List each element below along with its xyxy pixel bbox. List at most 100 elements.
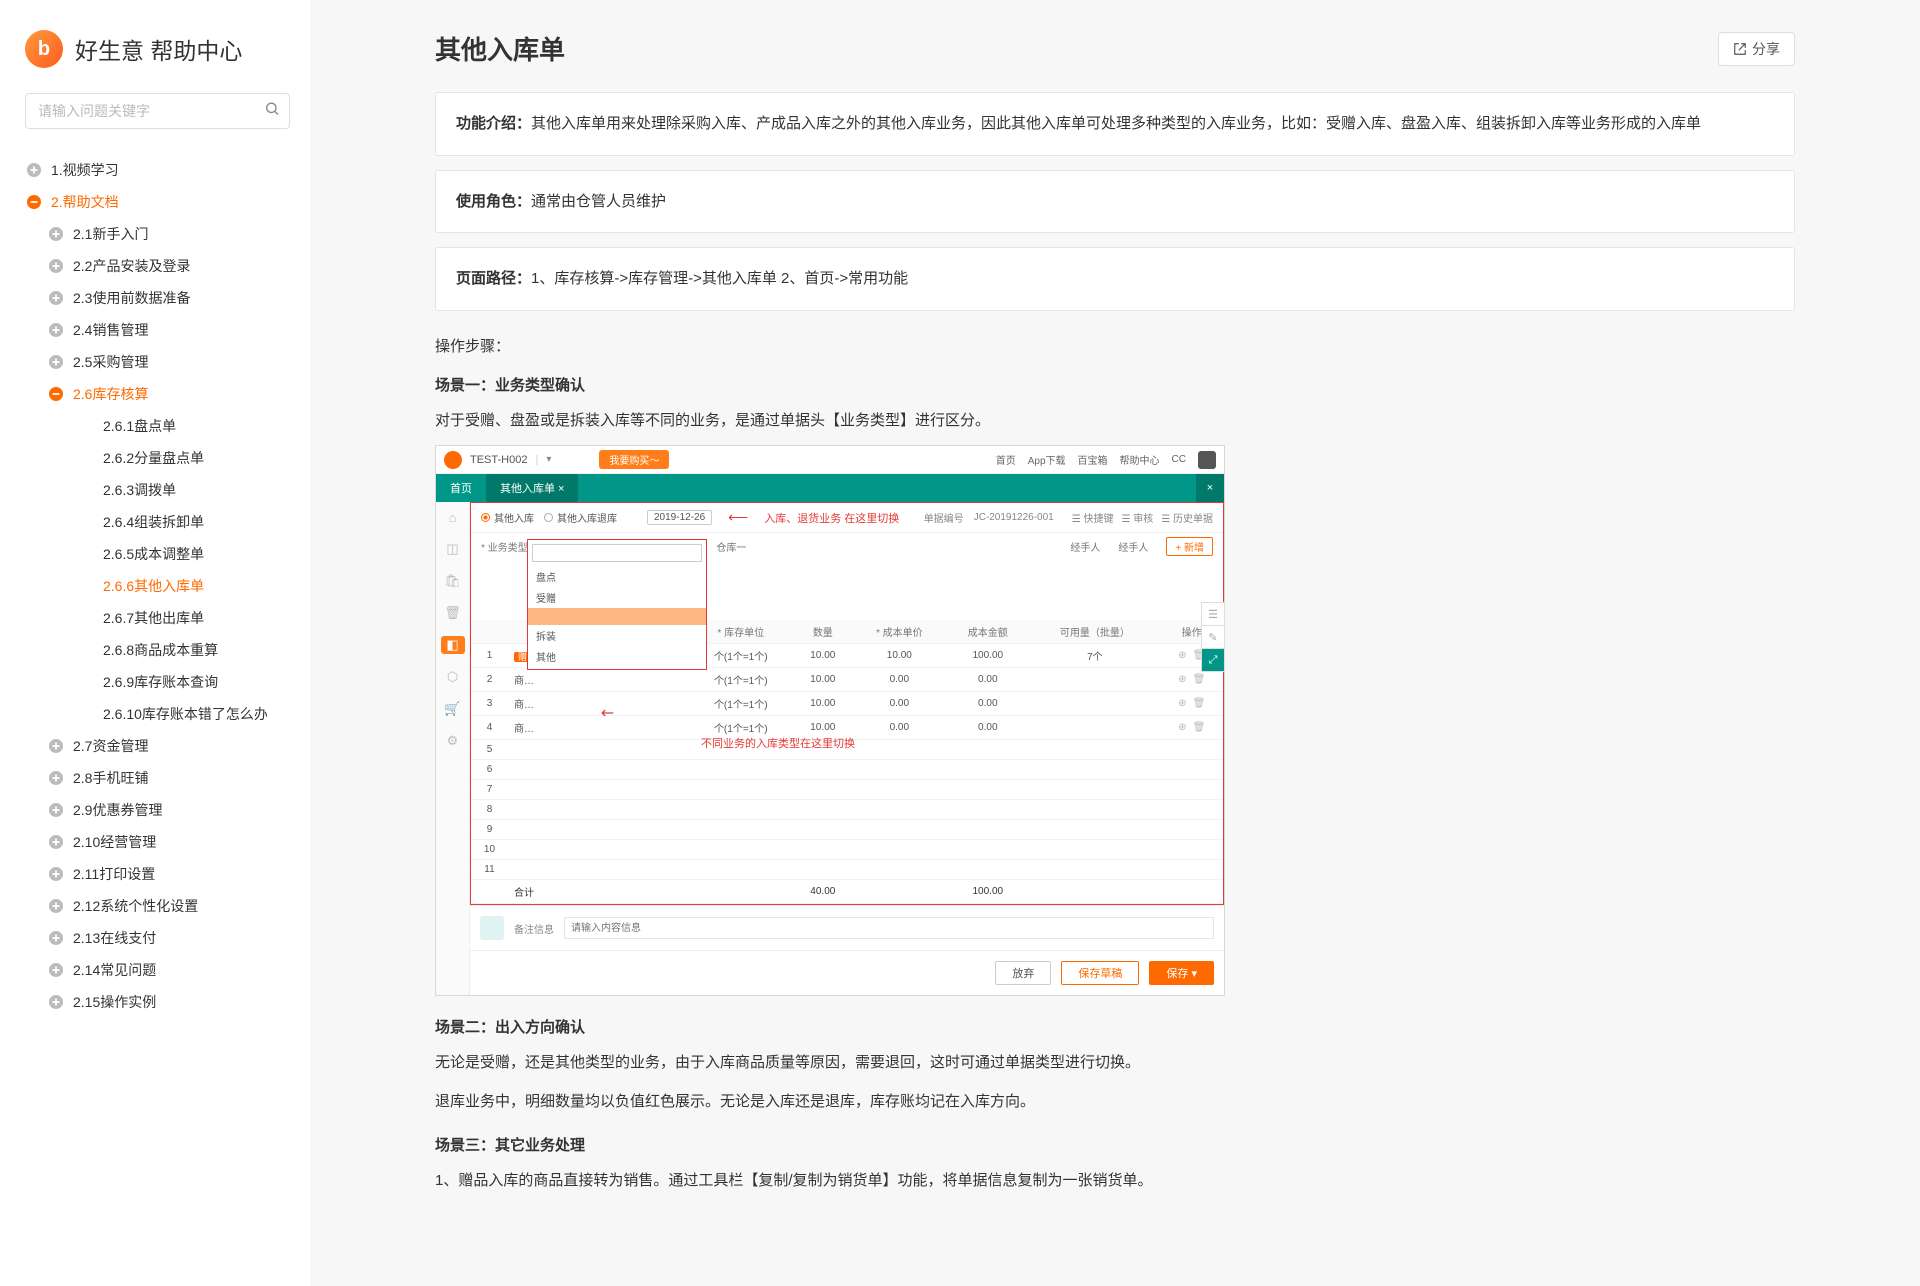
discard-button[interactable]: 放弃 [995,961,1051,985]
memo-input[interactable] [564,917,1214,939]
nav-item[interactable]: 2.6.9库存账本查询 [25,666,290,698]
dock-icon[interactable]: ☰ [1201,602,1225,626]
scene1-text: 对于受赠、盘盈或是拆装入库等不同的业务，是通过单据头【业务类型】进行区分。 [435,407,1795,436]
nav-item[interactable]: 2.帮助文档 [25,186,290,218]
nav-item[interactable]: 2.11打印设置 [25,858,290,890]
nav-tree: 1.视频学习2.帮助文档2.1新手入门2.2产品安装及登录2.3使用前数据准备2… [25,154,290,1018]
topbar-link[interactable]: App下载 [1028,452,1066,467]
nav-item[interactable]: 2.7资金管理 [25,730,290,762]
nav-item[interactable]: 2.6.5成本调整单 [25,538,290,570]
radio-in[interactable]: 其他入库 [481,510,534,525]
dropdown-option[interactable]: 盘点 [528,566,706,587]
dropdown-option[interactable]: 受赠 [528,587,706,608]
table-row[interactable]: 9 [471,820,1223,840]
share-button[interactable]: 分享 [1718,32,1795,66]
nav-item[interactable]: 2.13在线支付 [25,922,290,954]
buy-button[interactable]: 我要购买～ [599,450,669,469]
nav-item[interactable]: 2.12系统个性化设置 [25,890,290,922]
nav-item[interactable]: 2.8手机旺铺 [25,762,290,794]
save-button[interactable]: 保存 ▾ [1149,961,1214,985]
scene2-text2: 退库业务中，明细数量均以负值红色展示。无论是入库还是退库，库存账均记在入库方向。 [435,1088,1795,1117]
biz-type-dropdown[interactable]: 盘点受赠 拆装其他 [527,539,707,670]
search-input[interactable] [25,93,290,129]
brand-row: b 好生意 帮助中心 [25,30,290,68]
memo-icon [480,916,504,940]
steps: 操作步骤： 场景一：业务类型确认 对于受赠、盘盈或是拆装入库等不同的业务，是通过… [435,325,1795,1216]
screenshot-1: TEST-H002 | ▾ 我要购买～ 首页App下载百宝箱帮助中心CC 首页 … [435,445,1225,996]
plus-icon [47,961,65,979]
side-icon[interactable]: 🛍 [444,572,462,590]
nav-item[interactable]: 2.6.7其他出库单 [25,602,290,634]
minus-icon [47,385,65,403]
draft-button[interactable]: 保存草稿 [1061,961,1139,985]
nav-item[interactable]: 2.6.6其他入库单 [25,570,290,602]
avatar[interactable] [1198,451,1216,469]
nav-item[interactable]: 2.3使用前数据准备 [25,282,290,314]
blank-icon [77,641,95,659]
search-icon[interactable] [264,101,280,122]
annotation-1: 入库、退货业务 在这里切换 [764,510,899,526]
blank-icon [77,705,95,723]
nav-item[interactable]: 1.视频学习 [25,154,290,186]
table-row[interactable]: 3商…个(1个=1个)10.000.000.00⊕🗑 [471,692,1223,716]
dropdown-option[interactable]: 其他 [528,646,706,667]
nav-item[interactable]: 2.5采购管理 [25,346,290,378]
topbar-link[interactable]: CC [1172,454,1186,465]
radio-return[interactable]: 其他入库退库 [544,510,617,525]
topbar-link[interactable]: 帮助中心 [1120,452,1160,467]
nav-item[interactable]: 2.10经营管理 [25,826,290,858]
table-row[interactable]: 8 [471,800,1223,820]
date-input[interactable]: 2019-12-26 [647,510,712,525]
nav-item[interactable]: 2.1新手入门 [25,218,290,250]
nav-item[interactable]: 2.6库存核算 [25,378,290,410]
nav-item[interactable]: 2.6.8商品成本重算 [25,634,290,666]
dock-icon[interactable]: ✎ [1201,625,1225,649]
tab-close-icon[interactable]: × [1196,474,1224,502]
nav-item[interactable]: 2.6.4组装拆卸单 [25,506,290,538]
main: 其他入库单 分享 功能介绍：其他入库单用来处理除采购入库、产成品入库之外的其他入… [310,0,1920,1286]
scene2-text1: 无论是受赠，还是其他类型的业务，由于入库商品质量等原因，需要退回，这时可通过单据… [435,1049,1795,1078]
search-wrap [25,93,290,129]
nav-item[interactable]: 2.14常见问题 [25,954,290,986]
add-row-button[interactable]: + 新增 [1166,537,1213,556]
plus-icon [47,321,65,339]
side-icon[interactable]: ◫ [444,540,462,558]
annotation-2: 不同业务的入库类型在这里切换 [701,735,855,751]
nav-item[interactable]: 2.6.2分量盘点单 [25,442,290,474]
toolbar-link[interactable]: ☰ 审核 [1122,514,1154,525]
table-row[interactable]: 7 [471,780,1223,800]
card-path: 页面路径：1、库存核算->库存管理->其他入库单 2、首页->常用功能 [435,247,1795,311]
topbar-link[interactable]: 首页 [996,452,1016,467]
side-icon[interactable]: 🛒 [444,700,462,718]
toolbar-link[interactable]: ☰ 快捷键 [1072,514,1114,525]
dropdown-option[interactable]: 拆装 [528,625,706,646]
brand-logo-icon: b [25,30,63,68]
share-label: 分享 [1752,39,1780,59]
plus-icon [47,897,65,915]
table-row[interactable]: 2商…个(1个=1个)10.000.000.00⊕🗑 [471,668,1223,692]
nav-item[interactable]: 2.15操作实例 [25,986,290,1018]
side-icon[interactable]: ⌂ [444,508,462,526]
scene3-text: 1、赠品入库的商品直接转为销售。通过工具栏【复制/复制为销货单】功能，将单据信息… [435,1167,1795,1196]
toolbar-link[interactable]: ☰ 历史单据 [1161,514,1213,525]
topbar-link[interactable]: 百宝箱 [1078,452,1108,467]
dropdown-option[interactable] [528,608,706,625]
table-row[interactable]: 11 [471,860,1223,880]
nav-item[interactable]: 2.2产品安装及登录 [25,250,290,282]
table-row[interactable]: 10 [471,840,1223,860]
side-icon-active[interactable]: ◧ [441,636,465,654]
nav-item[interactable]: 2.9优惠券管理 [25,794,290,826]
nav-item[interactable]: 2.6.3调拨单 [25,474,290,506]
plus-icon [25,161,43,179]
nav-item[interactable]: 2.6.10库存账本错了怎么办 [25,698,290,730]
side-icon[interactable]: ⬡ [444,668,462,686]
nav-item[interactable]: 2.6.1盘点单 [25,410,290,442]
tab-doc[interactable]: 其他入库单 × [486,474,578,502]
dock-icon[interactable]: ⤢ [1201,648,1225,672]
side-icon[interactable]: ⚙ [444,732,462,750]
side-icon[interactable]: 🗑 [444,604,462,622]
nav-item[interactable]: 2.4销售管理 [25,314,290,346]
blank-icon [77,449,95,467]
tab-home[interactable]: 首页 [436,474,486,502]
table-row[interactable]: 6 [471,760,1223,780]
